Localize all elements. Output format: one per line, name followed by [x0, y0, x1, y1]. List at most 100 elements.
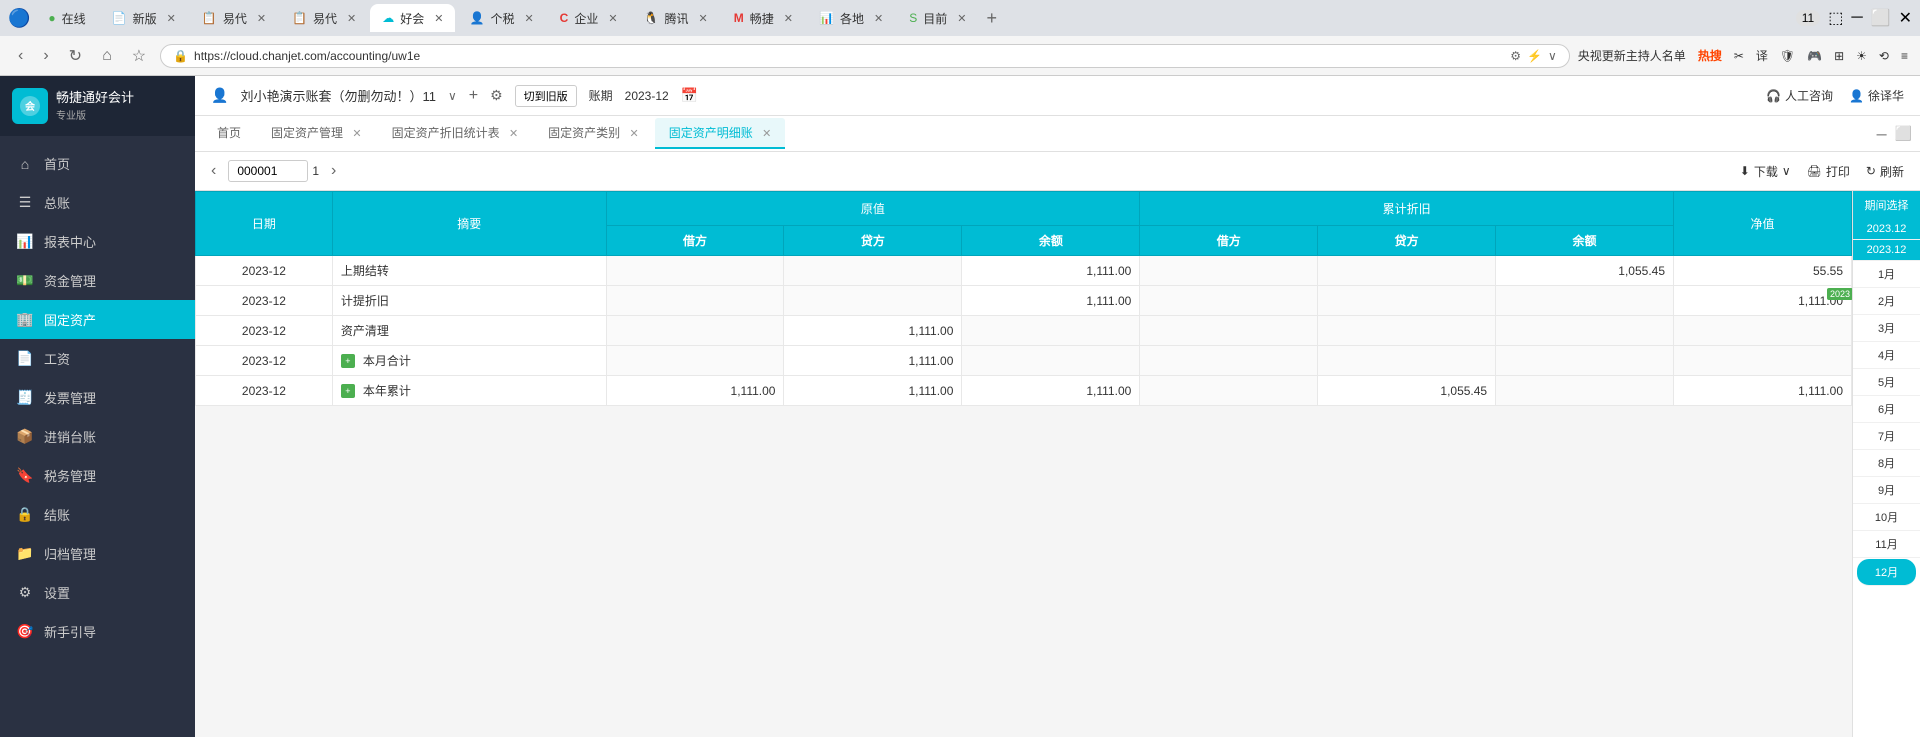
tab-haohui[interactable]: ☁ 好会 ✕ [370, 4, 455, 32]
tab-new[interactable]: 📄 新版 ✕ [100, 4, 188, 32]
cell-lj-b-2 [1496, 286, 1674, 316]
period-month-6[interactable]: 6月 [1853, 396, 1920, 423]
home-button[interactable]: ⌂ [96, 45, 118, 67]
cell-lj-c-2 [1318, 286, 1496, 316]
col-yuanzhi-debit: 借方 [606, 226, 784, 256]
tab-depreciation-stats[interactable]: 固定资产折旧统计表 ✕ [378, 118, 533, 149]
sidebar-item-funds[interactable]: 💵 资金管理 [0, 261, 195, 300]
period-month-11[interactable]: 11月 [1853, 531, 1920, 558]
maximize-button[interactable]: ⬜ [1895, 125, 1912, 142]
cell-yz-c-5: 1,111.00 [784, 376, 962, 406]
bookmark-button[interactable]: ☆ [126, 44, 152, 68]
next-asset-button[interactable]: › [331, 162, 336, 180]
sidebar-logo: 会 畅捷通好会计 专业版 [0, 76, 195, 136]
tab-yidai1[interactable]: 📋 易代 ✕ [190, 4, 278, 32]
tab-close[interactable]: ✕ [257, 12, 266, 25]
tab-asset-category[interactable]: 固定资产类别 ✕ [534, 118, 653, 149]
header-actions: 🎧 人工咨询 👤 徐译华 [1766, 87, 1904, 104]
tab-yidai2[interactable]: 📋 易代 ✕ [280, 4, 368, 32]
period-month-3[interactable]: 3月 [1853, 315, 1920, 342]
tab-tencent[interactable]: 🐧 腾讯 ✕ [632, 4, 720, 32]
tab-close[interactable]: ✕ [167, 12, 176, 25]
forward-button[interactable]: › [37, 45, 54, 67]
invoice-icon: 🧾 [16, 389, 34, 407]
print-button[interactable]: 🖨 打印 [1807, 163, 1850, 180]
service-button[interactable]: 🎧 人工咨询 [1766, 87, 1833, 104]
cell-date-1: 2023-12 [196, 256, 333, 286]
col-leiji-credit: 贷方 [1318, 226, 1496, 256]
sidebar-item-invoice[interactable]: 🧾 发票管理 [0, 378, 195, 417]
tab-close-cat[interactable]: ✕ [630, 128, 639, 140]
tab-close[interactable]: ✕ [434, 12, 443, 25]
tab-asset-detail[interactable]: 固定资产明细账 ✕ [655, 118, 786, 149]
period-month-9[interactable]: 9月 [1853, 477, 1920, 504]
version-button[interactable]: 切到旧版 [515, 85, 577, 107]
minimize-button[interactable]: ─ [1877, 125, 1887, 142]
tab-close[interactable]: ✕ [957, 12, 966, 25]
hot-search-label[interactable]: 热搜 [1698, 47, 1722, 64]
tab-gedi[interactable]: 📊 各地 ✕ [807, 4, 895, 32]
refresh-icon: ↻ [1866, 164, 1876, 178]
period-month-7[interactable]: 7月 [1853, 423, 1920, 450]
new-tab-button[interactable]: + [980, 8, 1003, 29]
prev-asset-button[interactable]: ‹ [211, 162, 216, 180]
download-button[interactable]: ⬇ 下载 ∨ [1740, 163, 1791, 180]
sidebar-item-closing[interactable]: 🔒 结账 [0, 495, 195, 534]
user-button[interactable]: 👤 徐译华 [1849, 87, 1904, 104]
sidebar-item-assets[interactable]: 🏢 固定资产 [0, 300, 195, 339]
sidebar-label-inventory: 进销台账 [44, 427, 96, 446]
tab-close[interactable]: ✕ [608, 12, 617, 25]
col-leiji-debit: 借方 [1140, 226, 1318, 256]
cell-yz-c-2 [784, 286, 962, 316]
period-month-12[interactable]: 12月 [1857, 559, 1916, 586]
sidebar-label-tax: 税务管理 [44, 466, 96, 485]
tab-close[interactable]: ✕ [699, 12, 708, 25]
sidebar-item-settings[interactable]: ⚙ 设置 [0, 573, 195, 612]
sidebar-item-reports[interactable]: 📊 报表中心 [0, 222, 195, 261]
tab-online[interactable]: ● 在线 [36, 4, 97, 32]
settings-button[interactable]: ⚙ [490, 87, 503, 104]
page-tabs: 首页 固定资产管理 ✕ 固定资产折旧统计表 ✕ 固定资产类别 ✕ 固定资产明细账… [195, 116, 1920, 152]
period-month-10[interactable]: 10月 [1853, 504, 1920, 531]
sidebar-item-tax[interactable]: 🔖 税务管理 [0, 456, 195, 495]
table-container: 日期 摘要 原值 累计折旧 净值 借方 贷方 余额 借方 贷方 余额 [195, 191, 1852, 737]
period-month-1[interactable]: 1月 [1853, 261, 1920, 288]
refresh-button[interactable]: ↻ [63, 44, 88, 68]
tab-enterprise[interactable]: C 企业 ✕ [548, 4, 630, 32]
period-date-1[interactable]: 2023.12 [1853, 219, 1920, 240]
period-month-8[interactable]: 8月 [1853, 450, 1920, 477]
sidebar-item-archive[interactable]: 📁 归档管理 [0, 534, 195, 573]
cell-yz-d-2 [606, 286, 784, 316]
dropdown-icon[interactable]: ∨ [448, 89, 457, 103]
tab-close[interactable]: ✕ [784, 12, 793, 25]
year-total-icon: + [341, 384, 355, 398]
back-button[interactable]: ‹ [12, 45, 29, 67]
period-month-4[interactable]: 4月 [1853, 342, 1920, 369]
calendar-icon[interactable]: 📅 [681, 87, 698, 104]
add-button[interactable]: + [469, 87, 478, 105]
tab-close[interactable]: ✕ [524, 12, 533, 25]
cell-lj-b-3 [1496, 316, 1674, 346]
period-date-2[interactable]: 2023.12 [1853, 240, 1920, 261]
tab-asset-management[interactable]: 固定资产管理 ✕ [257, 118, 376, 149]
tab-close[interactable]: ✕ [347, 12, 356, 25]
tab-homepage[interactable]: 首页 [203, 118, 255, 149]
url-bar[interactable]: 🔒 https://cloud.chanjet.com/accounting/u… [160, 44, 1570, 68]
sidebar-item-ledger[interactable]: ☰ 总账 [0, 183, 195, 222]
tab-changjie[interactable]: M 畅捷 ✕ [722, 4, 805, 32]
tab-muqian[interactable]: S 目前 ✕ [897, 4, 978, 32]
tab-getax[interactable]: 👤 个税 ✕ [457, 4, 545, 32]
tab-close[interactable]: ✕ [874, 12, 883, 25]
asset-code-input[interactable] [228, 160, 308, 182]
tab-close-asset-mgmt[interactable]: ✕ [352, 128, 361, 140]
sidebar-item-inventory[interactable]: 📦 进销台账 [0, 417, 195, 456]
download-chevron: ∨ [1782, 164, 1791, 178]
tab-close-dep-stats[interactable]: ✕ [509, 128, 518, 140]
sidebar-item-guide[interactable]: 🎯 新手引导 [0, 612, 195, 651]
sidebar-item-payroll[interactable]: 📄 工资 [0, 339, 195, 378]
period-month-2[interactable]: 2月 [1853, 288, 1920, 315]
period-month-5[interactable]: 5月 [1853, 369, 1920, 396]
sidebar-item-home[interactable]: ⌂ 首页 [0, 144, 195, 183]
refresh-data-button[interactable]: ↻ 刷新 [1866, 163, 1904, 180]
tab-close-detail[interactable]: ✕ [762, 128, 771, 140]
